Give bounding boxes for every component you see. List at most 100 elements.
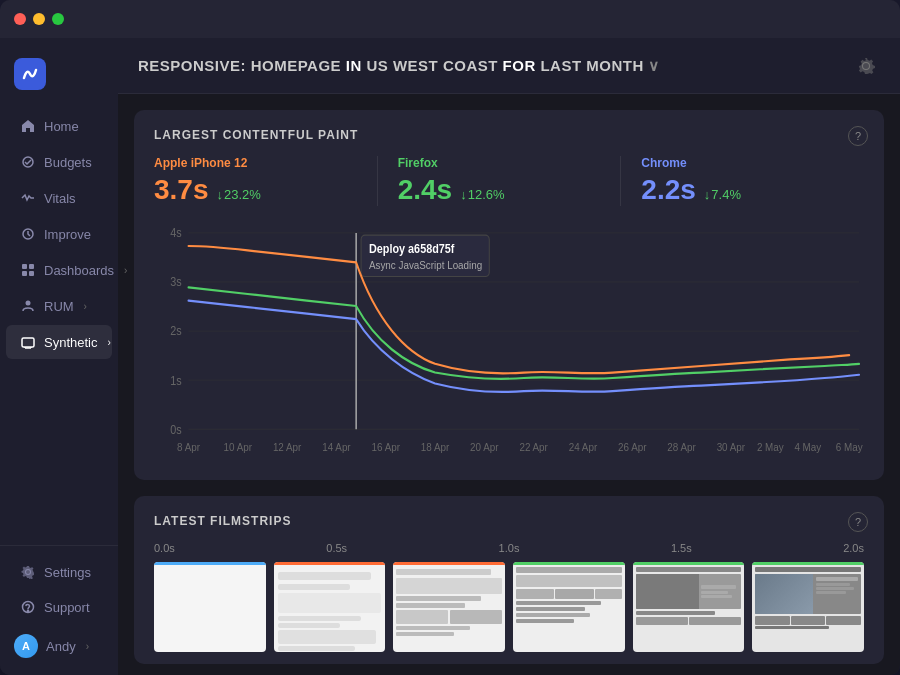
dashboards-icon — [20, 262, 36, 278]
sidebar-label-synthetic: Synthetic — [44, 335, 97, 350]
maximize-button[interactable] — [52, 13, 64, 25]
sidebar-label-improve: Improve — [44, 227, 91, 242]
time-3: 1.5s — [671, 542, 692, 554]
lcp-help-button[interactable]: ? — [848, 126, 868, 146]
svg-text:3s: 3s — [170, 276, 182, 289]
metric-firefox: Firefox 2.4s 12.6% — [377, 156, 621, 206]
traffic-lights — [14, 13, 64, 25]
sidebar-item-settings[interactable]: Settings — [6, 555, 112, 589]
firefox-device-label: Firefox — [398, 156, 601, 170]
svg-text:10 Apr: 10 Apr — [224, 442, 253, 454]
settings-icon — [20, 564, 36, 580]
filmstrips-card: LATEST FILMSTRIPS ? 0.0s 0.5s 1.0s 1.5s … — [134, 496, 884, 664]
filmstrips-card-title: LATEST FILMSTRIPS — [154, 514, 864, 528]
time-0: 0.0s — [154, 542, 175, 554]
settings-button[interactable] — [852, 52, 880, 80]
svg-text:Async JavaScript Loading: Async JavaScript Loading — [369, 259, 482, 271]
metric-iphone: Apple iPhone 12 3.7s 23.2% — [154, 156, 377, 206]
filmstrip-frame-3 — [393, 562, 505, 652]
sidebar-label-vitals: Vitals — [44, 191, 76, 206]
svg-text:12 Apr: 12 Apr — [273, 442, 302, 454]
logo-icon — [14, 58, 46, 90]
svg-rect-5 — [29, 271, 34, 276]
sidebar-label-rum: RUM — [44, 299, 74, 314]
page-header: RESPONSIVE: HOMEPAGE IN US WEST COAST FO… — [118, 38, 900, 94]
chart-svg: 4s 3s 2s 1s 0s 8 Apr 10 Apr 12 Apr 14 Ap… — [154, 222, 864, 462]
filmstrip-frame-2 — [274, 562, 386, 652]
svg-text:8 Apr: 8 Apr — [177, 442, 200, 454]
svg-rect-4 — [22, 271, 27, 276]
svg-text:22 Apr: 22 Apr — [519, 442, 548, 454]
svg-text:1s: 1s — [170, 374, 182, 387]
metrics-row: Apple iPhone 12 3.7s 23.2% Firefox 2.4s … — [154, 156, 864, 206]
filmstrip-frame-4 — [513, 562, 625, 652]
svg-text:4s: 4s — [170, 227, 182, 240]
filmstrip-timeline: 0.0s 0.5s 1.0s 1.5s 2.0s — [154, 542, 864, 554]
username: Andy — [46, 639, 76, 654]
budgets-icon — [20, 154, 36, 170]
svg-text:6 May: 6 May — [836, 442, 864, 454]
sidebar-item-vitals[interactable]: Vitals — [6, 181, 112, 215]
svg-text:2 May: 2 May — [757, 442, 785, 454]
sidebar-item-synthetic[interactable]: Synthetic › — [6, 325, 112, 359]
content-area: LARGEST CONTENTFUL PAINT ? Apple iPhone … — [118, 94, 900, 675]
sidebar-item-improve[interactable]: Improve — [6, 217, 112, 251]
home-icon — [20, 118, 36, 134]
sidebar-item-budgets[interactable]: Budgets — [6, 145, 112, 179]
title-responsive: RESPONSIVE: HOMEPAGE — [138, 57, 346, 74]
svg-rect-2 — [22, 264, 27, 269]
lcp-card-title: LARGEST CONTENTFUL PAINT — [154, 128, 864, 142]
firefox-value-row: 2.4s 12.6% — [398, 174, 601, 206]
title-location: US WEST COAST — [366, 57, 502, 74]
svg-point-6 — [26, 301, 31, 306]
vitals-icon — [20, 190, 36, 206]
filmstrips-help-button[interactable]: ? — [848, 512, 868, 532]
iphone-device-label: Apple iPhone 12 — [154, 156, 357, 170]
filmstrip-frame-5 — [633, 562, 745, 652]
close-button[interactable] — [14, 13, 26, 25]
title-in: IN — [346, 57, 367, 74]
lcp-card: LARGEST CONTENTFUL PAINT ? Apple iPhone … — [134, 110, 884, 480]
svg-rect-3 — [29, 264, 34, 269]
svg-text:14 Apr: 14 Apr — [322, 442, 351, 454]
titlebar — [0, 0, 900, 38]
support-label: Support — [44, 600, 90, 615]
minimize-button[interactable] — [33, 13, 45, 25]
avatar: A — [14, 634, 38, 658]
synthetic-chevron: › — [107, 337, 110, 348]
svg-text:26 Apr: 26 Apr — [618, 442, 647, 454]
svg-text:0s: 0s — [170, 423, 182, 436]
sidebar-item-dashboards[interactable]: Dashboards › — [6, 253, 112, 287]
chrome-value-row: 2.2s 7.4% — [641, 174, 844, 206]
filmstrip-frames — [154, 562, 864, 652]
svg-text:4 May: 4 May — [794, 442, 822, 454]
filmstrip-frame-6 — [752, 562, 864, 652]
sidebar-label-budgets: Budgets — [44, 155, 92, 170]
sidebar-label-home: Home — [44, 119, 79, 134]
sidebar: Home Budgets Vitals — [0, 38, 118, 675]
settings-label: Settings — [44, 565, 91, 580]
svg-text:Deploy a658d75f: Deploy a658d75f — [369, 242, 455, 255]
time-1: 0.5s — [326, 542, 347, 554]
time-4: 2.0s — [843, 542, 864, 554]
title-period: LAST MONTH — [540, 57, 648, 74]
chrome-device-label: Chrome — [641, 156, 844, 170]
chrome-value: 2.2s — [641, 174, 696, 206]
synthetic-icon — [20, 334, 36, 350]
page-title: RESPONSIVE: HOMEPAGE IN US WEST COAST FO… — [138, 57, 660, 75]
sidebar-item-home[interactable]: Home — [6, 109, 112, 143]
svg-text:16 Apr: 16 Apr — [372, 442, 401, 454]
sidebar-item-support[interactable]: Support — [6, 590, 112, 624]
app-window: Home Budgets Vitals — [0, 0, 900, 675]
sidebar-logo — [0, 46, 118, 108]
rum-chevron: › — [84, 301, 87, 312]
svg-text:18 Apr: 18 Apr — [421, 442, 450, 454]
firefox-value: 2.4s — [398, 174, 453, 206]
sidebar-label-dashboards: Dashboards — [44, 263, 114, 278]
user-menu[interactable]: A Andy › — [0, 625, 118, 667]
sidebar-item-rum[interactable]: RUM › — [6, 289, 112, 323]
title-for: FOR — [503, 57, 541, 74]
chrome-change: 7.4% — [704, 187, 741, 202]
support-icon — [20, 599, 36, 615]
svg-rect-7 — [22, 338, 34, 347]
